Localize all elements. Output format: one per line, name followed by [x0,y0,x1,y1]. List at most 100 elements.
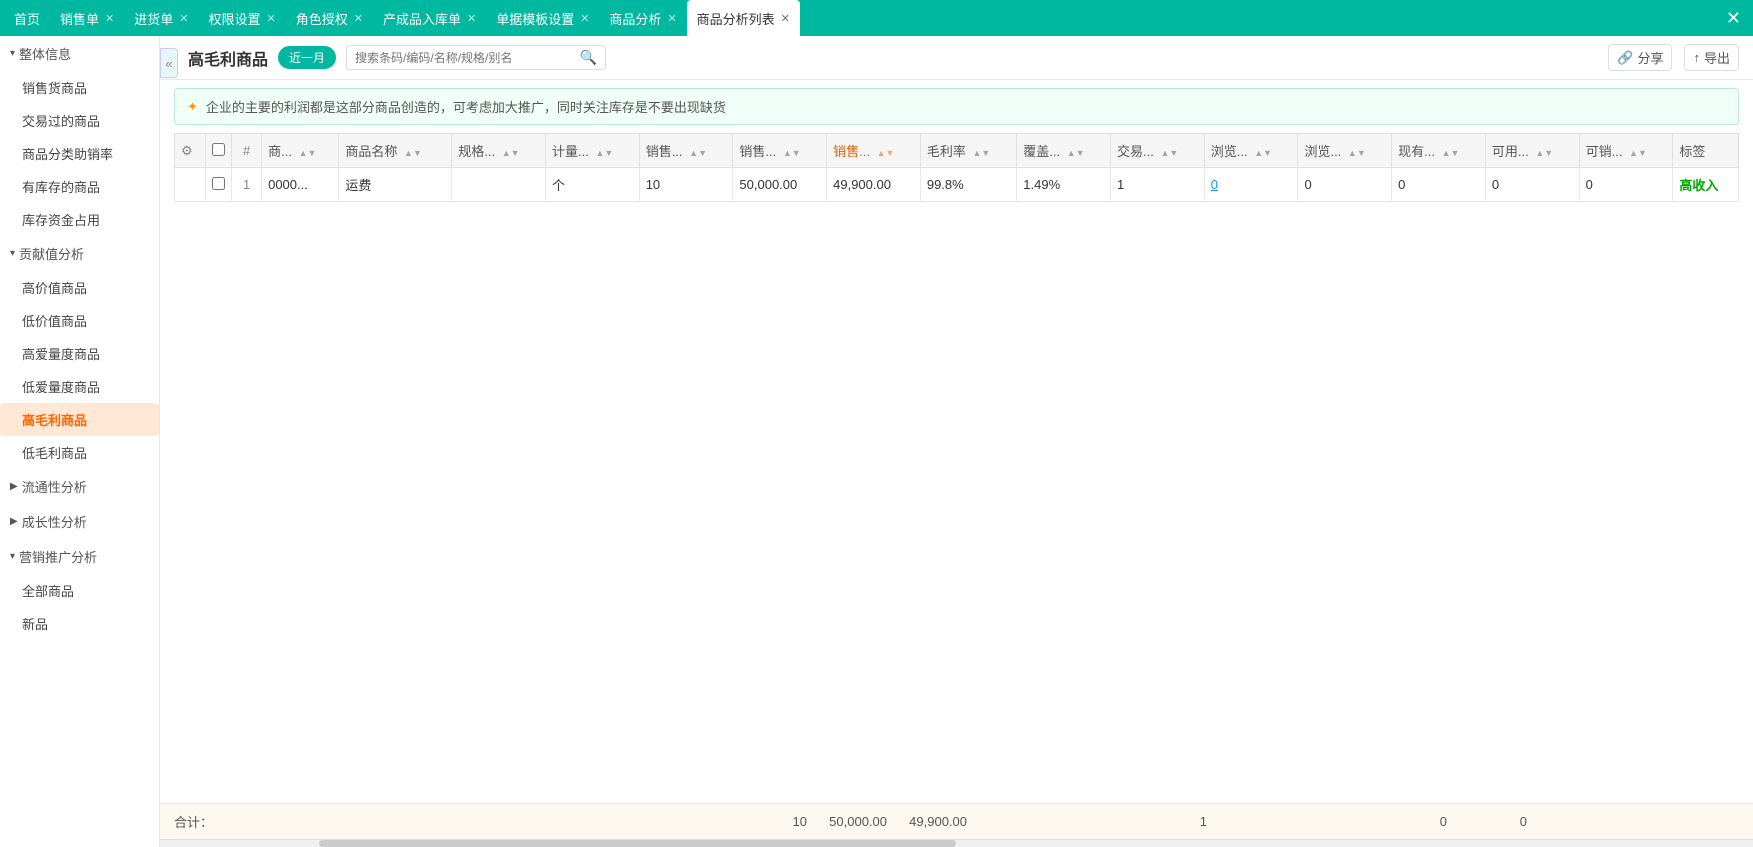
tab-permission[interactable]: 权限设置 ✕ [198,0,285,36]
cell-sales-cost: 49,900.00 [827,168,921,202]
sidebar-item-low-margin[interactable]: 低毛利商品 [0,436,159,469]
sort-browse1[interactable]: ▲▼ [1254,148,1272,158]
cell-available: 0 [1485,168,1579,202]
search-icon[interactable]: 🔍 [580,49,597,66]
sort-code[interactable]: ▲▼ [299,148,317,158]
sidebar-item-new-goods[interactable]: 新品 [0,607,159,640]
col-unit[interactable]: 计量... ▲▼ [545,134,639,168]
footer-available: 0 [1453,814,1533,829]
arrow-growth: ▶ [10,516,18,527]
col-code[interactable]: 商... ▲▼ [262,134,339,168]
sort-sales-amount[interactable]: ▲▼ [783,148,801,158]
col-sales-cost[interactable]: 销售... ▲▼ [827,134,921,168]
cell-tag: 高收入 [1673,168,1739,202]
close-template-tab[interactable]: ✕ [580,12,589,25]
tab-role[interactable]: 角色授权 ✕ [286,0,373,36]
sort-browse2[interactable]: ▲▼ [1348,148,1366,158]
close-permission-tab[interactable]: ✕ [267,12,276,25]
col-saleable[interactable]: 可销... ▲▼ [1579,134,1673,168]
settings-icon[interactable]: ⚙ [181,143,193,158]
sidebar-item-low-value[interactable]: 低价值商品 [0,304,159,337]
sort-sales-qty[interactable]: ▲▼ [689,148,707,158]
export-button[interactable]: ↑ 导出 [1684,44,1739,71]
collapse-sidebar-btn[interactable]: « [160,48,178,78]
sort-unit[interactable]: ▲▼ [595,148,613,158]
sidebar-group-trend[interactable]: ▶ 流通性分析 [0,469,159,504]
content-area: « 高毛利商品 近一月 🔍 🔗 分享 ↑ 导出 ✦ [160,36,1753,847]
sort-gross-rate[interactable]: ▲▼ [972,148,990,158]
sidebar-item-classify-help[interactable]: 商品分类助销率 [0,137,159,170]
sort-name[interactable]: ▲▼ [404,148,422,158]
col-available[interactable]: 可用... ▲▼ [1485,134,1579,168]
sort-spec[interactable]: ▲▼ [502,148,520,158]
sidebar-item-inventory-ratio[interactable]: 库存资金占用 [0,203,159,236]
sidebar-group-wealth[interactable]: ▾ 贡献值分析 [0,236,159,271]
col-trade[interactable]: 交易... ▲▼ [1111,134,1205,168]
sidebar-item-all-goods[interactable]: 全部商品 [0,574,159,607]
tab-product-in[interactable]: 产成品入库单 ✕ [373,0,486,36]
table-row[interactable]: 1 0000... 运费 个 10 50,000.00 49,900.00 99… [175,168,1739,202]
col-settings[interactable]: ⚙ [175,134,206,168]
horizontal-scrollbar[interactable] [160,839,1753,847]
sidebar-item-high-margin[interactable]: 高毛利商品 [0,403,159,436]
tab-template[interactable]: 单据模板设置 ✕ [486,0,599,36]
col-browse1[interactable]: 浏览... ▲▼ [1204,134,1298,168]
sort-available[interactable]: ▲▼ [1535,148,1553,158]
col-sales-qty[interactable]: 销售... ▲▼ [639,134,733,168]
close-analysis-list-tab[interactable]: ✕ [781,12,790,25]
footer-label: 合计： [174,812,213,831]
share-icon: 🔗 [1617,50,1633,66]
tab-sales[interactable]: 销售单 ✕ [50,0,124,36]
sidebar-item-inventory-goods[interactable]: 有库存的商品 [0,170,159,203]
close-product-in-tab[interactable]: ✕ [467,12,476,25]
sidebar-group-growth[interactable]: ▶ 成长性分析 [0,504,159,539]
col-gross-rate[interactable]: 毛利率 ▲▼ [920,134,1016,168]
sidebar-item-high-freq[interactable]: 高爱量度商品 [0,337,159,370]
export-icon: ↑ [1693,50,1700,65]
filter-month-btn[interactable]: 近一月 [278,46,336,69]
select-all-checkbox[interactable] [212,143,225,156]
cell-checkbox[interactable] [206,168,232,202]
sidebar-item-low-freq[interactable]: 低爱量度商品 [0,370,159,403]
col-checkbox[interactable] [206,134,232,168]
sort-sales-cost[interactable]: ▲▼ [877,148,895,158]
tab-purchase[interactable]: 进货单 ✕ [124,0,198,36]
sort-saleable[interactable]: ▲▼ [1629,148,1647,158]
cell-gross-rate: 99.8% [920,168,1016,202]
tab-home[interactable]: 首页 [4,0,50,36]
tab-analysis-list[interactable]: 商品分析列表 ✕ [687,0,800,36]
close-sales-tab[interactable]: ✕ [105,12,114,25]
cell-browse1[interactable]: 0 [1204,168,1298,202]
col-coverage[interactable]: 覆盖... ▲▼ [1017,134,1111,168]
footer-sales-qty: 10 [733,814,813,829]
table-header-row: ⚙ # 商... ▲▼ 商品名称 ▲▼ [175,134,1739,168]
cell-saleable: 0 [1579,168,1673,202]
col-browse2[interactable]: 浏览... ▲▼ [1298,134,1392,168]
sort-trade[interactable]: ▲▼ [1160,148,1178,158]
sidebar-item-high-value[interactable]: 高价值商品 [0,271,159,304]
search-input[interactable] [355,51,580,65]
tab-analysis[interactable]: 商品分析 ✕ [599,0,686,36]
sidebar-group-marketing[interactable]: ▾ 营销推广分析 [0,539,159,574]
col-stock[interactable]: 现有... ▲▼ [1392,134,1486,168]
sort-stock[interactable]: ▲▼ [1442,148,1460,158]
info-banner: ✦ 企业的主要的利润都是这部分商品创造的，可考虑加大推广，同时关注库存是不要出现… [174,88,1739,125]
sidebar-group-overall[interactable]: ▾ 整体信息 [0,36,159,71]
row-checkbox[interactable] [212,177,225,190]
share-button[interactable]: 🔗 分享 [1608,44,1672,71]
cell-trade: 1 [1111,168,1205,202]
close-purchase-tab[interactable]: ✕ [179,12,188,25]
cell-stock: 0 [1392,168,1486,202]
sort-coverage[interactable]: ▲▼ [1067,148,1085,158]
close-all-tabs[interactable]: ✕ [1718,8,1749,29]
arrow-marketing: ▾ [10,551,15,562]
sidebar-item-sales-goods[interactable]: 销售货商品 [0,71,159,104]
scrollbar-thumb[interactable] [319,840,956,847]
close-analysis-tab[interactable]: ✕ [667,12,676,25]
col-num: # [232,134,262,168]
close-role-tab[interactable]: ✕ [354,12,363,25]
sidebar-item-traded-goods[interactable]: 交易过的商品 [0,104,159,137]
col-sales-amount[interactable]: 销售... ▲▼ [733,134,827,168]
col-spec[interactable]: 规格... ▲▼ [452,134,546,168]
col-name[interactable]: 商品名称 ▲▼ [339,134,452,168]
